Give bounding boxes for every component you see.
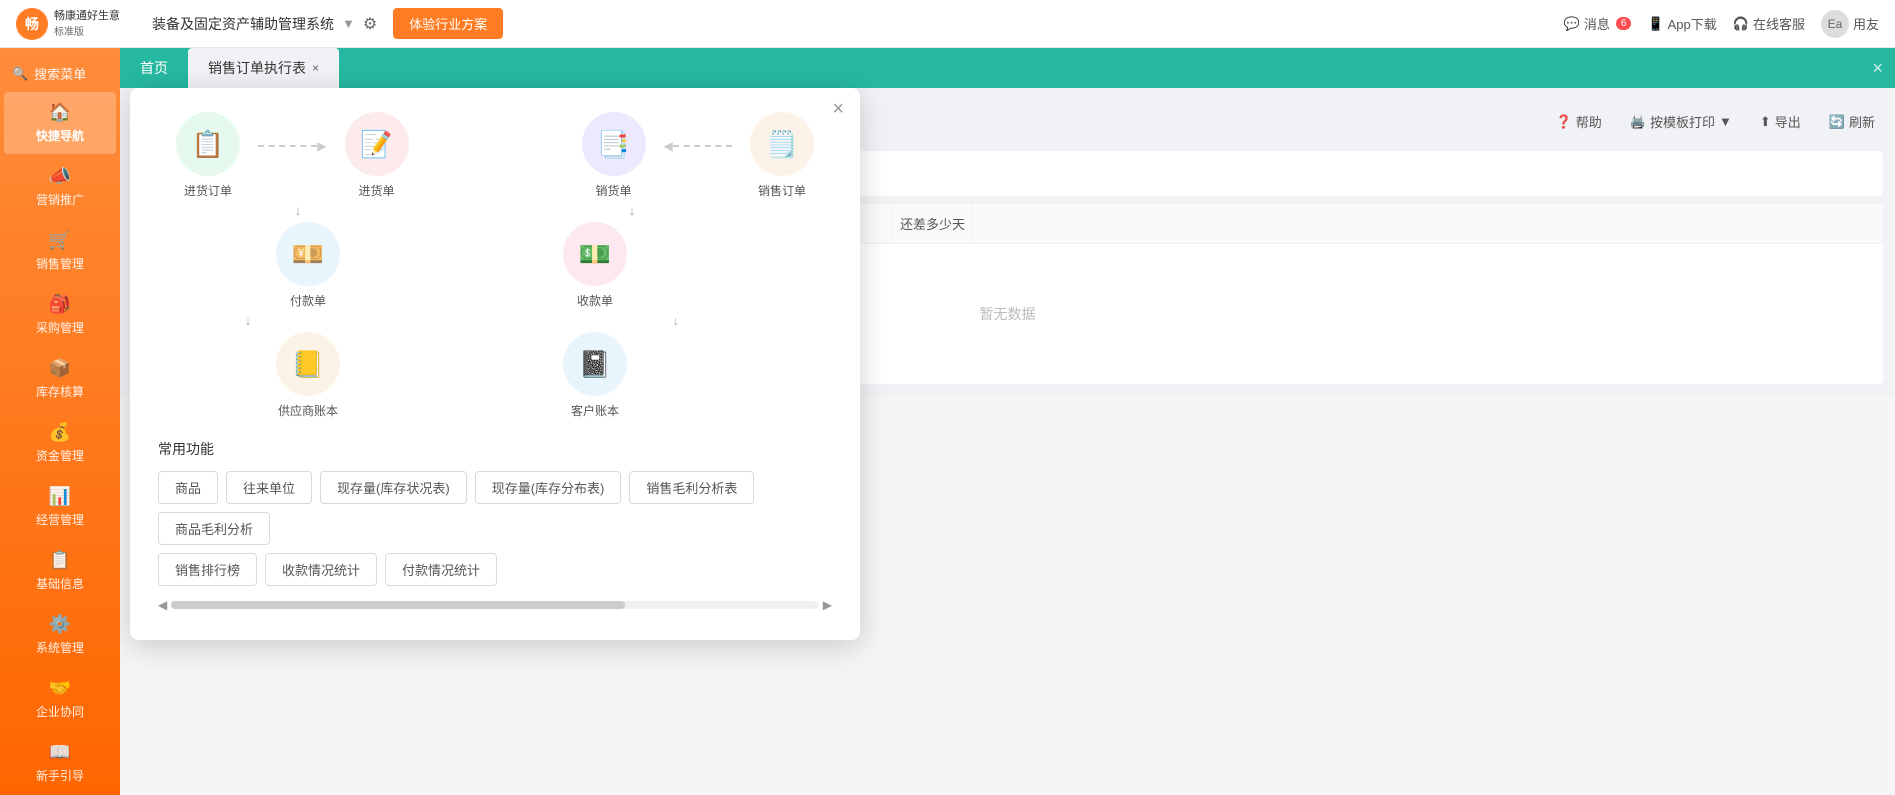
func-btn-payment-stats[interactable]: 付款情况统计: [385, 553, 497, 586]
scroll-bar-area: ◀ ▶: [158, 594, 832, 616]
logo-icon: 畅: [16, 8, 48, 40]
operations-icon: 📊: [49, 486, 71, 507]
supplier-ledger-circle: 📒: [276, 332, 340, 396]
payment-circle: 💴: [276, 222, 340, 286]
modal-overlay: × 📋 进货订单 ▶: [120, 48, 1895, 795]
system-icon: ⚙️: [49, 614, 71, 635]
arrow-h-1: ▶: [258, 139, 327, 173]
common-functions-section: 常用功能 商品 往来单位 现存量(库存状况表) 现存量(库存分布表) 销售毛利分…: [158, 439, 832, 586]
newbie-icon: 📖: [49, 742, 71, 763]
purchase-receipt-circle: 📝: [345, 112, 409, 176]
func-btn-contacts[interactable]: 往来单位: [226, 471, 312, 504]
message-btn[interactable]: 💬 消息 6: [1564, 14, 1632, 33]
finance-icon: 💰: [49, 422, 71, 443]
top-header: 畅 畅康通好生意 标准版 装备及固定资产辅助管理系统 ▼ ⚙ 体验行业方案 💬 …: [0, 0, 1895, 48]
sidebar-item-newbie[interactable]: 📖 新手引导: [4, 732, 116, 794]
marketing-icon: 📣: [49, 166, 71, 187]
message-badge: 6: [1616, 17, 1632, 30]
customer-ledger-label: 客户账本: [571, 402, 619, 419]
experience-btn[interactable]: 体验行业方案: [393, 8, 503, 39]
func-btn-product-profit[interactable]: 商品毛利分析: [158, 512, 270, 545]
scroll-track[interactable]: [171, 601, 819, 609]
message-icon: 💬: [1564, 16, 1580, 32]
enterprise-icon: 🤝: [49, 678, 71, 699]
arrow-down-row: ↓ ↓: [158, 203, 832, 218]
logo-text: 畅康通好生意 标准版: [54, 9, 120, 38]
purchase-order-label: 进货订单: [184, 182, 232, 199]
flow-node-receipt[interactable]: 💵 收款单: [545, 222, 645, 309]
func-btn-stock-status[interactable]: 现存量(库存状况表): [320, 471, 467, 504]
logo-area: 畅 畅康通好生意 标准版: [16, 8, 136, 40]
inventory-icon: 📦: [49, 358, 71, 379]
common-func-title: 常用功能: [158, 439, 832, 459]
flow-node-supplier-ledger[interactable]: 📒 供应商账本: [258, 332, 358, 419]
search-icon: 🔍: [12, 66, 28, 82]
func-btn-receipt-stats[interactable]: 收款情况统计: [265, 553, 377, 586]
search-menu-btn[interactable]: 🔍 搜索菜单: [0, 56, 120, 91]
scroll-right-btn[interactable]: ▶: [823, 598, 832, 612]
modal-close-btn[interactable]: ×: [832, 98, 844, 121]
sales-icon: 🛒: [49, 230, 71, 251]
main-layout: 🔍 搜索菜单 🏠 快捷导航 📣 营销推广 🛒 销售管理 🎒 采购管理 📦 库存核…: [0, 48, 1895, 795]
receipt-label: 收款单: [577, 292, 613, 309]
flow-row-2: 💴 付款单 💵 收款单: [158, 222, 832, 309]
customer-ledger-circle: 📓: [563, 332, 627, 396]
user-avatar: Ea: [1821, 10, 1849, 38]
flow-node-purchase-order[interactable]: 📋 进货订单: [158, 112, 258, 199]
receipt-circle: 💵: [563, 222, 627, 286]
purchase-receipt-label: 进货单: [358, 182, 394, 199]
flow-node-purchase-receipt[interactable]: 📝 进货单: [327, 112, 427, 199]
scroll-thumb: [171, 601, 624, 609]
header-right: 💬 消息 6 📱 App下载 🎧 在线客服 Ea 用友: [1564, 10, 1879, 38]
download-icon: 📱: [1647, 16, 1663, 32]
sidebar-item-operations[interactable]: 📊 经营管理: [4, 476, 116, 538]
sales-order-label: 销售订单: [758, 182, 806, 199]
sales-order-circle: 🗒️: [750, 112, 814, 176]
online-service-btn[interactable]: 🎧 在线客服: [1733, 14, 1805, 33]
sidebar-item-finance[interactable]: 💰 资金管理: [4, 412, 116, 474]
sidebar-item-sales[interactable]: 🛒 销售管理: [4, 220, 116, 282]
flow-node-sales-bill[interactable]: 📑 销货单: [564, 112, 664, 199]
system-dropdown-icon[interactable]: ▼: [342, 16, 355, 31]
sales-bill-label: 销货单: [595, 182, 631, 199]
purchase-order-circle: 📋: [176, 112, 240, 176]
sidebar-item-enterprise[interactable]: 🤝 企业协同: [4, 668, 116, 730]
func-btn-sales-rank[interactable]: 销售排行榜: [158, 553, 257, 586]
payment-label: 付款单: [290, 292, 326, 309]
system-name: 装备及固定资产辅助管理系统: [152, 14, 334, 34]
system-title: 装备及固定资产辅助管理系统 ▼ ⚙ 体验行业方案: [136, 8, 1564, 39]
sidebar: 🔍 搜索菜单 🏠 快捷导航 📣 营销推广 🛒 销售管理 🎒 采购管理 📦 库存核…: [0, 48, 120, 795]
supplier-ledger-label: 供应商账本: [278, 402, 338, 419]
sales-bill-circle: 📑: [582, 112, 646, 176]
sidebar-item-basic[interactable]: 📋 基础信息: [4, 540, 116, 602]
sidebar-item-system[interactable]: ⚙️ 系统管理: [4, 604, 116, 666]
sidebar-item-quick-nav[interactable]: 🏠 快捷导航: [4, 92, 116, 154]
modal-box: × 📋 进货订单 ▶: [130, 88, 860, 640]
flow-row-1: 📋 进货订单 ▶ 📝 进货单: [158, 112, 832, 199]
func-btn-product[interactable]: 商品: [158, 471, 218, 504]
content-wrapper: 首页 销售订单执行表 × × ❓ 帮助 🖨️: [120, 48, 1895, 795]
service-icon: 🎧: [1733, 16, 1749, 32]
flow-node-payment[interactable]: 💴 付款单: [258, 222, 358, 309]
scroll-left-btn[interactable]: ◀: [158, 598, 167, 612]
sidebar-item-inventory[interactable]: 📦 库存核算: [4, 348, 116, 410]
basic-icon: 📋: [49, 550, 71, 571]
func-buttons-row2: 销售排行榜 收款情况统计 付款情况统计: [158, 553, 832, 586]
flow-node-sales-order[interactable]: 🗒️ 销售订单: [732, 112, 832, 199]
func-buttons-row1: 商品 往来单位 现存量(库存状况表) 现存量(库存分布表) 销售毛利分析表 商品…: [158, 471, 832, 545]
func-btn-stock-dist[interactable]: 现存量(库存分布表): [475, 471, 622, 504]
flow-row-3: 📒 供应商账本 📓 客户账本: [158, 332, 832, 419]
app-download-btn[interactable]: 📱 App下载: [1647, 14, 1716, 33]
sidebar-item-marketing[interactable]: 📣 营销推广: [4, 156, 116, 218]
purchase-icon: 🎒: [49, 294, 71, 315]
sidebar-item-purchase[interactable]: 🎒 采购管理: [4, 284, 116, 346]
arrow-down-row-2: ↓ ↓: [158, 313, 832, 328]
arrow-h-2: ◀: [664, 139, 733, 173]
user-area[interactable]: Ea 用友: [1821, 10, 1879, 38]
settings-icon[interactable]: ⚙: [363, 14, 377, 34]
func-btn-sales-profit[interactable]: 销售毛利分析表: [629, 471, 754, 504]
quick-nav-icon: 🏠: [49, 102, 71, 123]
flow-node-customer-ledger[interactable]: 📓 客户账本: [545, 332, 645, 419]
